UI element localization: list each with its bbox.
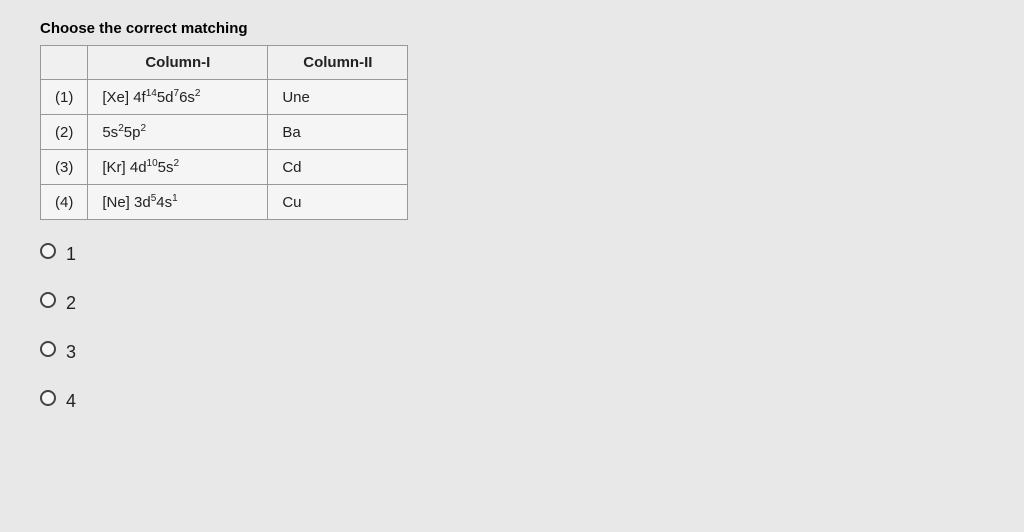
- col1-value: [Xe] 4f145d76s2: [88, 80, 268, 115]
- option-label: 4: [66, 391, 76, 412]
- option-4[interactable]: 4: [40, 387, 984, 408]
- radio-icon[interactable]: [40, 243, 56, 259]
- option-label: 3: [66, 342, 76, 363]
- header-col1: Column-I: [88, 46, 268, 80]
- option-3[interactable]: 3: [40, 338, 984, 359]
- matching-table: Column-I Column-II (1) [Xe] 4f145d76s2 U…: [40, 45, 408, 220]
- row-number: (3): [41, 150, 88, 185]
- radio-icon[interactable]: [40, 341, 56, 357]
- table-row: (2) 5s25p2 Ba: [41, 115, 408, 150]
- table-row: (3) [Kr] 4d105s2 Cd: [41, 150, 408, 185]
- option-label: 1: [66, 244, 76, 265]
- col2-value: Cu: [268, 185, 408, 220]
- option-1[interactable]: 1: [40, 240, 984, 261]
- radio-icon[interactable]: [40, 292, 56, 308]
- option-2[interactable]: 2: [40, 289, 984, 310]
- header-col2: Column-II: [268, 46, 408, 80]
- question-title: Choose the correct matching: [40, 20, 984, 37]
- col2-value: Une: [268, 80, 408, 115]
- row-number: (4): [41, 185, 88, 220]
- table-row: (1) [Xe] 4f145d76s2 Une: [41, 80, 408, 115]
- col1-value: 5s25p2: [88, 115, 268, 150]
- option-label: 2: [66, 293, 76, 314]
- options-group: 1 2 3 4: [40, 240, 984, 408]
- row-number: (2): [41, 115, 88, 150]
- col2-value: Ba: [268, 115, 408, 150]
- table-header-row: Column-I Column-II: [41, 46, 408, 80]
- row-number: (1): [41, 80, 88, 115]
- col1-value: [Kr] 4d105s2: [88, 150, 268, 185]
- col1-value: [Ne] 3d54s1: [88, 185, 268, 220]
- col2-value: Cd: [268, 150, 408, 185]
- header-empty: [41, 46, 88, 80]
- radio-icon[interactable]: [40, 390, 56, 406]
- table-row: (4) [Ne] 3d54s1 Cu: [41, 185, 408, 220]
